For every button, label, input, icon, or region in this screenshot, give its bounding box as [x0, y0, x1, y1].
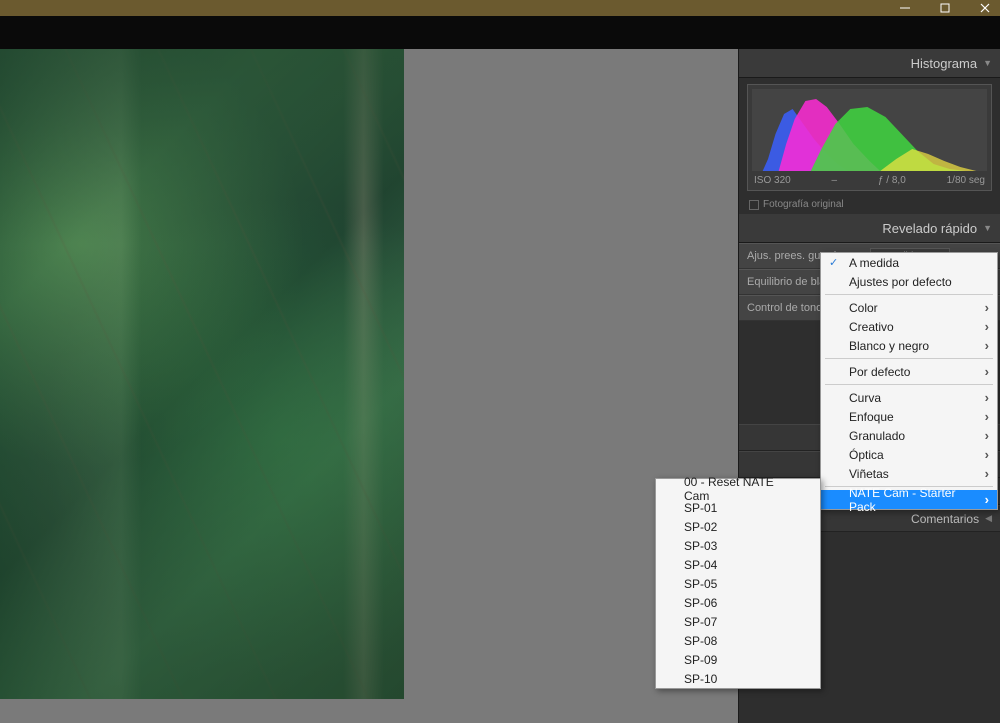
histogram-meta: ISO 320 – ƒ / 8,0 1/80 seg [752, 171, 987, 186]
menu-item-default[interactable]: Por defecto [821, 362, 997, 381]
submenu-item-sp05[interactable]: SP-05 [656, 574, 820, 593]
aperture-value: ƒ / 8,0 [878, 175, 906, 186]
menu-item-creative[interactable]: Creativo [821, 317, 997, 336]
minimize-button[interactable] [894, 1, 916, 15]
menu-item-vignettes[interactable]: Viñetas [821, 464, 997, 483]
tone-label: Control de tono [747, 302, 822, 314]
menu-item-bw[interactable]: Blanco y negro [821, 336, 997, 355]
comments-title: Comentarios [911, 512, 979, 526]
menu-separator [825, 294, 993, 295]
menu-item-nate-cam[interactable]: NATE Cam - Starter Pack [821, 490, 997, 509]
wb-label: Equilibrio de bla [747, 276, 825, 288]
submenu-item-sp07[interactable]: SP-07 [656, 612, 820, 631]
menu-item-optics[interactable]: Óptica [821, 445, 997, 464]
submenu-item-sp04[interactable]: SP-04 [656, 555, 820, 574]
menu-item-default-settings[interactable]: Ajustes por defecto [821, 272, 997, 291]
shutter-value: 1/80 seg [947, 175, 985, 186]
histogram-title: Histograma [911, 56, 977, 71]
submenu-item-sp09[interactable]: SP-09 [656, 650, 820, 669]
photo-preview[interactable] [0, 49, 404, 699]
submenu-item-sp10[interactable]: SP-10 [656, 669, 820, 688]
histogram-graph[interactable] [752, 89, 987, 171]
expand-icon: ◀ [985, 513, 992, 524]
submenu-item-reset[interactable]: 00 - Reset NATE Cam [656, 479, 820, 498]
quick-develop-header[interactable]: Revelado rápido ▼ [739, 214, 1000, 243]
iso-value: ISO 320 [754, 175, 791, 186]
preset-submenu: 00 - Reset NATE Cam SP-01 SP-02 SP-03 SP… [655, 478, 821, 689]
quick-develop-title: Revelado rápido [882, 221, 977, 236]
maximize-button[interactable] [934, 1, 956, 15]
app-topbar [0, 16, 1000, 49]
submenu-item-sp06[interactable]: SP-06 [656, 593, 820, 612]
focal-value: – [832, 175, 838, 186]
histogram-header[interactable]: Histograma ▼ [739, 49, 1000, 78]
menu-item-custom[interactable]: A medida [821, 253, 997, 272]
collapse-icon: ▼ [983, 58, 992, 68]
original-photo-label: Fotografía original [763, 199, 844, 210]
menu-item-color[interactable]: Color [821, 298, 997, 317]
checkbox-icon[interactable] [749, 200, 759, 210]
histogram-box: ISO 320 – ƒ / 8,0 1/80 seg [747, 84, 992, 191]
menu-item-focus[interactable]: Enfoque [821, 407, 997, 426]
submenu-item-sp02[interactable]: SP-02 [656, 517, 820, 536]
collapse-icon: ▼ [983, 223, 992, 233]
original-photo-row[interactable]: Fotografía original [739, 195, 1000, 214]
window-titlebar [0, 0, 1000, 16]
menu-item-grain[interactable]: Granulado [821, 426, 997, 445]
submenu-item-sp08[interactable]: SP-08 [656, 631, 820, 650]
submenu-item-sp01[interactable]: SP-01 [656, 498, 820, 517]
menu-separator [825, 384, 993, 385]
menu-item-curve[interactable]: Curva [821, 388, 997, 407]
menu-separator [825, 358, 993, 359]
preset-menu: A medida Ajustes por defecto Color Creat… [820, 252, 998, 510]
close-button[interactable] [974, 1, 996, 15]
canvas-area [0, 49, 738, 723]
submenu-item-sp03[interactable]: SP-03 [656, 536, 820, 555]
